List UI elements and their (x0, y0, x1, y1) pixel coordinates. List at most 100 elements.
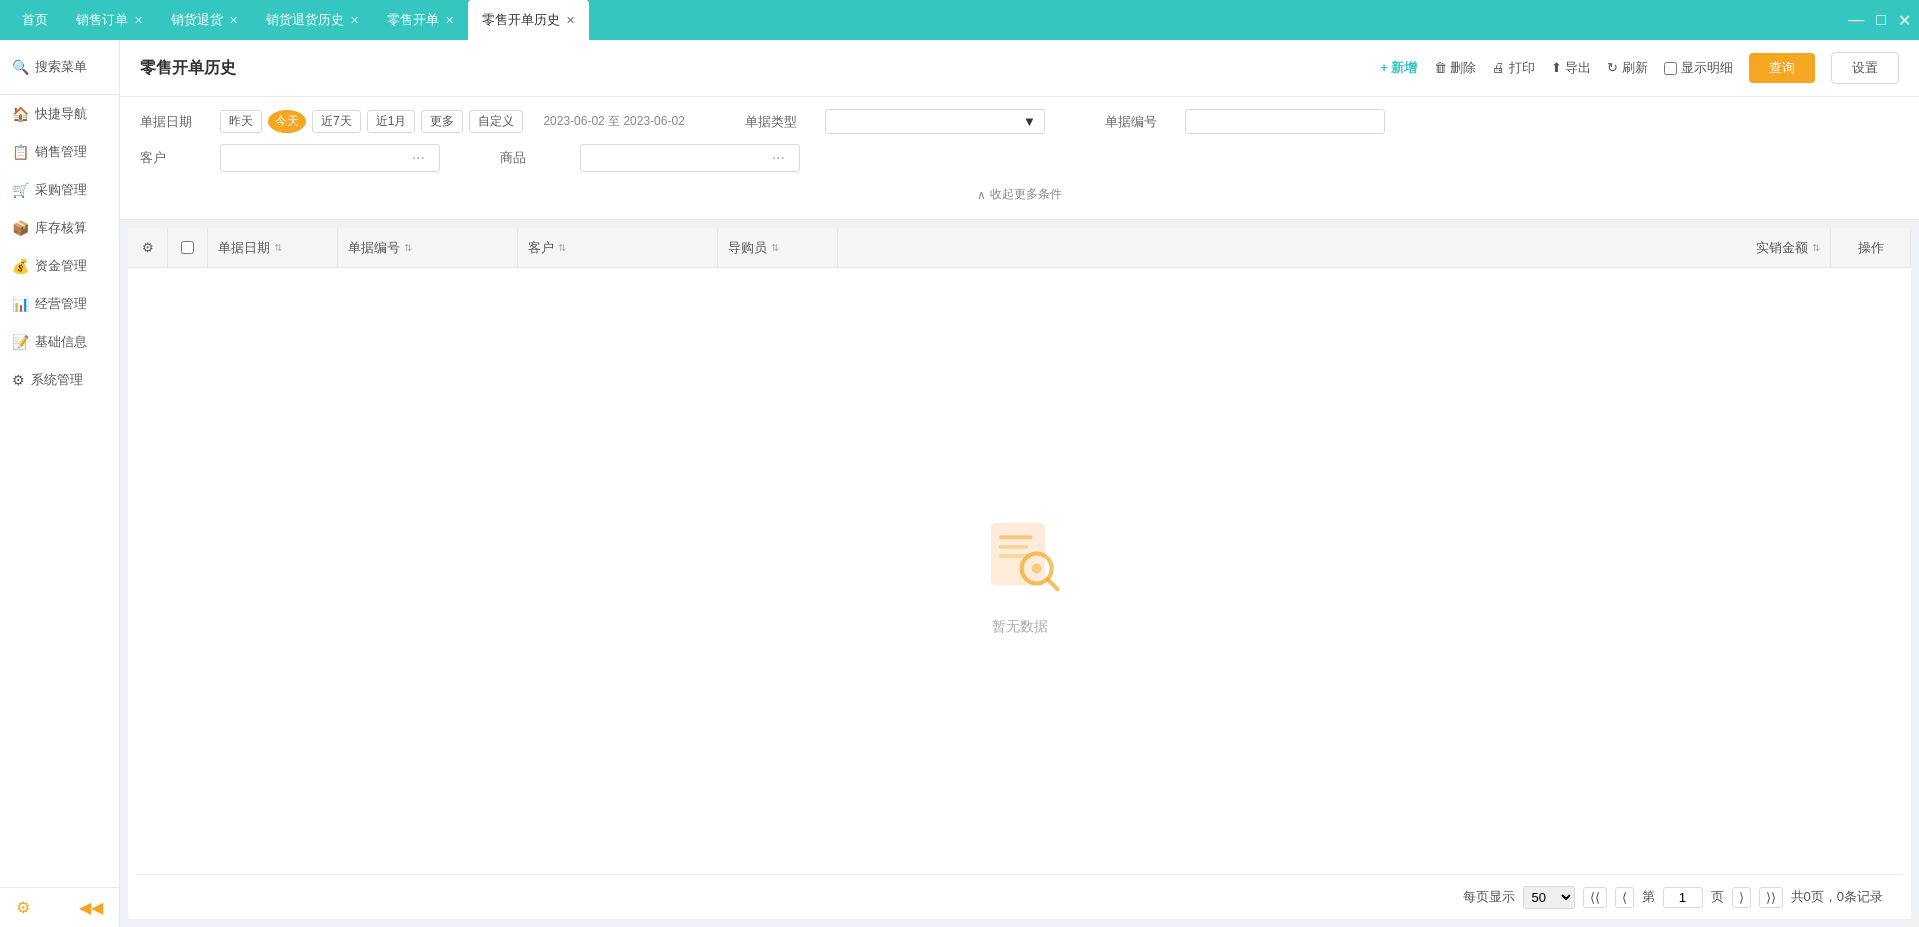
sort-icon[interactable]: ⇅ (1812, 242, 1820, 253)
goods-select[interactable]: ··· (580, 144, 800, 172)
sort-icon[interactable]: ⇅ (771, 242, 779, 253)
th-amount[interactable]: 实销金额 ⇅ (838, 228, 1831, 267)
sidebar-item-inventory[interactable]: 📦 库存核算 (0, 209, 119, 247)
empty-illustration (970, 506, 1070, 606)
sidebar-item-basic-info[interactable]: 📝 基础信息 (0, 323, 119, 361)
filter-row-customer: 客户 ··· 商品 ··· (140, 144, 1899, 172)
sidebar-item-sales-mgmt[interactable]: 📋 销售管理 (0, 133, 119, 171)
date-btn-today[interactable]: 今天 (268, 110, 306, 133)
sidebar-item-quick-nav[interactable]: 🏠 快捷导航 (0, 95, 119, 133)
th-order-no[interactable]: 单据编号 ⇅ (338, 228, 518, 267)
prev-first-btn[interactable]: ⟨⟨ (1583, 887, 1607, 908)
filter-area: 单据日期 昨天 今天 近7天 近1月 更多 自定义 2023-06-02 至 2… (120, 97, 1919, 220)
th-action: 操作 (1831, 228, 1911, 267)
prev-btn[interactable]: ⟨ (1615, 887, 1634, 908)
collapse-sidebar-icon[interactable]: ◀◀ (79, 898, 103, 917)
sort-icon[interactable]: ⇅ (404, 242, 412, 253)
display-cols-toggle[interactable]: 显示明细 (1664, 59, 1733, 77)
svg-line-5 (1047, 579, 1057, 589)
th-guide[interactable]: 导购员 ⇅ (718, 228, 838, 267)
close-icon[interactable]: ✕ (350, 14, 359, 27)
maximize-btn[interactable]: □ (1876, 11, 1886, 29)
date-btn-1month[interactable]: 近1月 (367, 110, 416, 133)
close-icon[interactable]: ✕ (566, 14, 575, 27)
sidebar-item-operation[interactable]: 📊 经营管理 (0, 285, 119, 323)
tab-retail-open-history[interactable]: 零售开单历史 ✕ (468, 0, 589, 40)
query-button[interactable]: 查询 (1749, 53, 1815, 83)
refresh-button[interactable]: ↻ 刷新 (1607, 59, 1648, 77)
date-btn-7days[interactable]: 近7天 (312, 110, 361, 133)
home-icon: 🏠 (12, 106, 29, 122)
order-no-label: 单据编号 (1105, 113, 1165, 131)
next-last-btn[interactable]: ⟩⟩ (1759, 887, 1783, 908)
main-layout: 🔍 搜索菜单 🏠 快捷导航 📋 销售管理 🛒 采购管理 📦 库存核算 (0, 40, 1919, 927)
date-label: 单据日期 (140, 113, 200, 131)
operation-icon: 📊 (12, 296, 29, 312)
delete-button[interactable]: 🗑 删除 (1434, 59, 1477, 77)
order-type-label: 单据类型 (745, 113, 805, 131)
sales-icon: 📋 (12, 144, 29, 160)
search-icon: 🔍 (12, 59, 29, 75)
customer-select[interactable]: ··· (220, 144, 440, 172)
select-all-checkbox[interactable] (181, 241, 194, 254)
close-btn[interactable]: ✕ (1898, 11, 1911, 30)
svg-rect-1 (999, 535, 1032, 539)
settings-icon[interactable]: ⚙ (16, 898, 30, 917)
date-btn-custom[interactable]: 自定义 (469, 110, 523, 133)
collapse-btn[interactable]: ∧ 收起更多条件 (973, 182, 1066, 207)
sidebar-items: 🏠 快捷导航 📋 销售管理 🛒 采购管理 📦 库存核算 💰 资金管理 📊 (0, 95, 119, 887)
sidebar-top: 🔍 搜索菜单 (0, 40, 119, 95)
th-checkbox[interactable] (168, 228, 208, 267)
export-button[interactable]: ⬆ 导出 (1551, 59, 1592, 77)
tab-sales-order[interactable]: 销售订单 ✕ (62, 0, 157, 40)
chevron-down-icon: ▼ (1023, 114, 1036, 129)
system-icon: ⚙ (12, 372, 25, 388)
page-input[interactable]: 1 (1663, 887, 1703, 908)
total-info: 共0页，0条记录 (1791, 888, 1883, 906)
table-header: ⚙ 单据日期 ⇅ 单据编号 ⇅ 客户 ⇅ 导购员 (128, 228, 1911, 268)
table-body: 暂无数据 (128, 268, 1911, 874)
page-suffix: 页 (1711, 888, 1724, 906)
tab-sales-return-history[interactable]: 销货退货历史 ✕ (252, 0, 373, 40)
tab-sales-return[interactable]: 销货退货 ✕ (157, 0, 252, 40)
svg-rect-2 (999, 545, 1028, 548)
filter-row-date: 单据日期 昨天 今天 近7天 近1月 更多 自定义 2023-06-02 至 2… (140, 109, 1899, 134)
per-page-select[interactable]: 50 10 20 100 (1523, 886, 1575, 909)
tab-retail-open[interactable]: 零售开单 ✕ (373, 0, 468, 40)
customer-dots-icon[interactable]: ··· (406, 149, 431, 167)
date-btn-yesterday[interactable]: 昨天 (220, 110, 262, 133)
th-date[interactable]: 单据日期 ⇅ (208, 228, 338, 267)
sidebar-search[interactable]: 🔍 搜索菜单 (0, 50, 119, 84)
finance-icon: 💰 (12, 258, 29, 274)
sort-icon[interactable]: ⇅ (558, 242, 566, 253)
page-title: 零售开单历史 (140, 58, 236, 91)
sidebar-bottom: ⚙ ◀◀ (0, 887, 119, 927)
date-btn-more[interactable]: 更多 (421, 110, 463, 133)
window-controls: — □ ✕ (1848, 11, 1911, 30)
settings-col-icon[interactable]: ⚙ (142, 240, 154, 255)
toolbar: + 新增 🗑 删除 🖨 打印 ⬆ 导出 ↻ 刷新 显示明细 查询 设置 (1380, 52, 1899, 96)
order-type-select[interactable]: ▼ (825, 109, 1045, 134)
order-no-input[interactable] (1185, 109, 1385, 134)
collapse-up-icon: ∧ (977, 188, 986, 202)
sort-icon[interactable]: ⇅ (274, 242, 282, 253)
sidebar-item-purchase-mgmt[interactable]: 🛒 采购管理 (0, 171, 119, 209)
close-icon[interactable]: ✕ (445, 14, 454, 27)
sidebar-item-system[interactable]: ⚙ 系统管理 (0, 361, 119, 399)
setting-button[interactable]: 设置 (1831, 52, 1899, 84)
close-icon[interactable]: ✕ (229, 14, 238, 27)
close-icon[interactable]: ✕ (134, 14, 143, 27)
customer-label: 客户 (140, 149, 200, 167)
tab-home[interactable]: 首页 (8, 0, 62, 40)
th-customer[interactable]: 客户 ⇅ (518, 228, 718, 267)
add-button[interactable]: + 新增 (1380, 59, 1417, 77)
next-btn[interactable]: ⟩ (1732, 887, 1751, 908)
th-settings[interactable]: ⚙ (128, 228, 168, 267)
print-button[interactable]: 🖨 打印 (1492, 59, 1535, 77)
goods-dots-icon[interactable]: ··· (766, 149, 791, 167)
display-cols-checkbox[interactable] (1664, 62, 1677, 75)
date-btn-group: 昨天 今天 近7天 近1月 更多 自定义 (220, 110, 523, 133)
sidebar-item-finance[interactable]: 💰 资金管理 (0, 247, 119, 285)
purchase-icon: 🛒 (12, 182, 29, 198)
minimize-btn[interactable]: — (1848, 11, 1864, 29)
